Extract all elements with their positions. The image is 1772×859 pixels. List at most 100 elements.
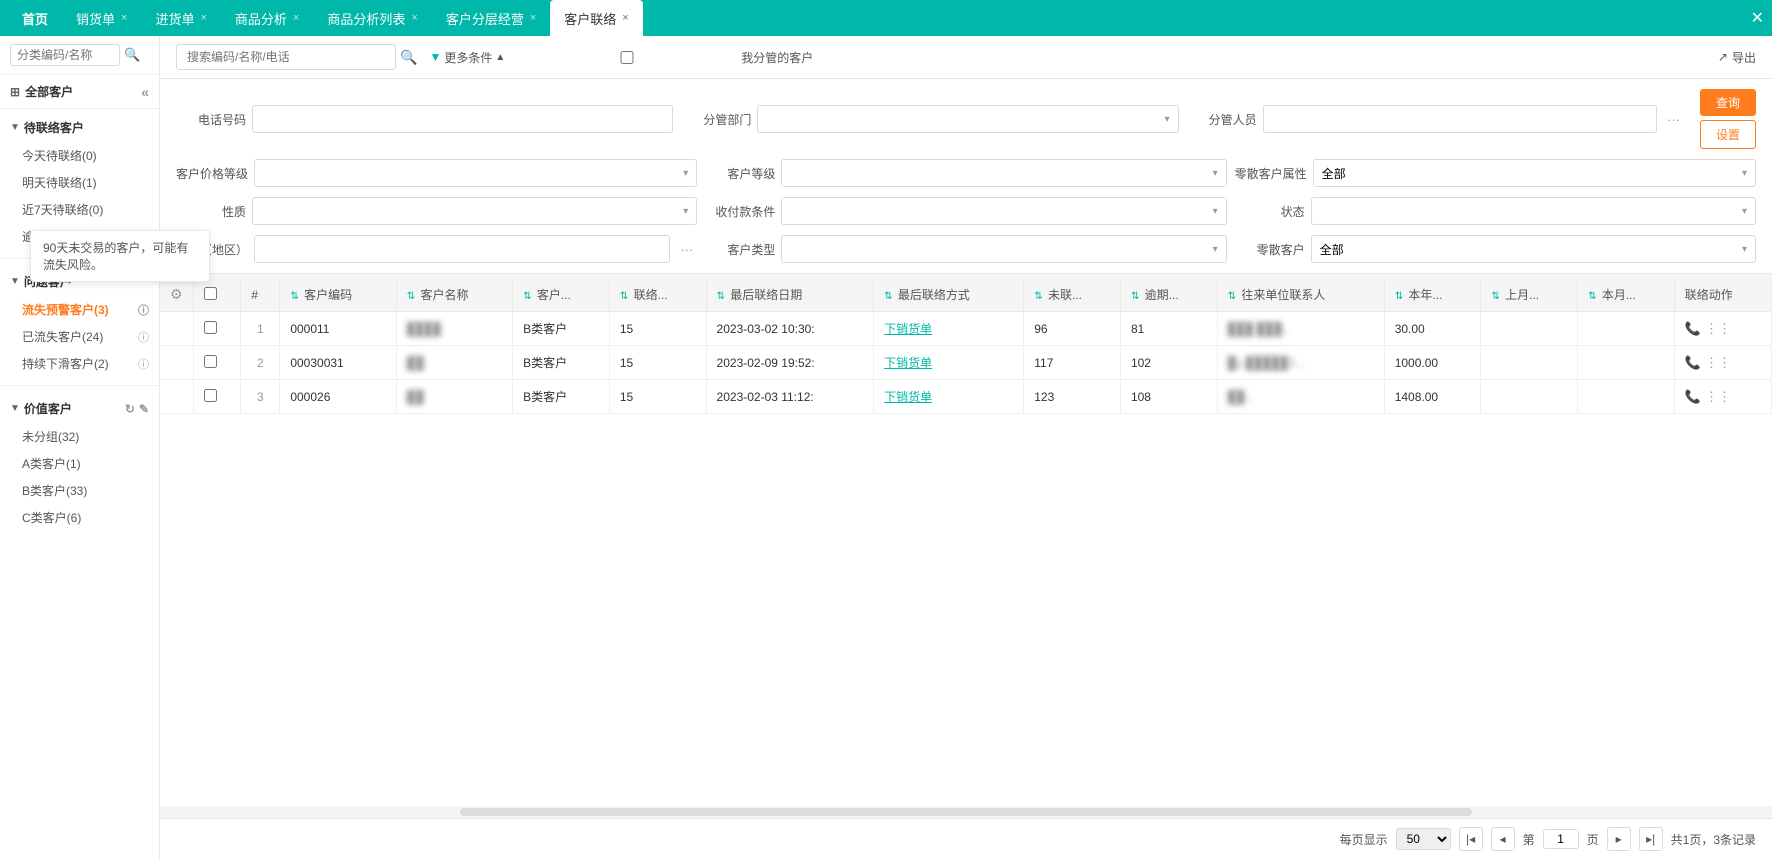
all-customers-label: 全部客户	[25, 83, 73, 100]
tab-customer-tier-close[interactable]: ×	[530, 12, 536, 24]
sidebar-item-churn-warning[interactable]: 流失预警客户(3) ⓘ	[0, 296, 159, 323]
filter-retail-attr: 零散客户属性 全部 ▾	[1235, 159, 1756, 187]
manager-input[interactable]	[1263, 105, 1657, 133]
sort-icon-way[interactable]: ⇅	[884, 291, 892, 302]
retail-attr-select[interactable]: 全部 ▾	[1313, 159, 1756, 187]
sidebar-item-tomorrow[interactable]: 明天待联络(1)	[0, 169, 159, 196]
tab-sales[interactable]: 销货单 ×	[62, 0, 141, 36]
status-select[interactable]: ▾	[1311, 197, 1756, 225]
nature-select[interactable]: ▾	[252, 197, 697, 225]
sidebar-section-pending-title[interactable]: ▼ 待联络客户	[0, 113, 159, 142]
tab-analysis-table[interactable]: 商品分析列表 ×	[313, 0, 431, 36]
class-c-label: C类客户(6)	[22, 509, 81, 526]
more-action-icon-1[interactable]: ⋮⋮	[1705, 355, 1731, 371]
sort-icon-lmonth[interactable]: ⇅	[1491, 291, 1499, 302]
sort-icon-date[interactable]: ⇅	[717, 291, 725, 302]
td-name-1: ██	[396, 346, 512, 380]
customer-level-select[interactable]: ▾	[781, 159, 1226, 187]
sidebar-search-input[interactable]	[10, 44, 120, 66]
prev-page-button[interactable]: ◂	[1491, 827, 1515, 851]
sort-icon-tmonth[interactable]: ⇅	[1588, 291, 1596, 302]
next-page-button[interactable]: ▸	[1607, 827, 1631, 851]
phone-action-icon-0[interactable]: 📞	[1685, 321, 1701, 337]
col-uncontacted-label: 未联...	[1048, 288, 1082, 302]
sidebar-section-value-title[interactable]: ▼ 价值客户 ↻ ✎	[0, 394, 159, 423]
last-page-button[interactable]: ▸|	[1639, 827, 1663, 851]
sort-icon-overdue[interactable]: ⇅	[1131, 291, 1139, 302]
filter-customer-level: 客户等级 ▾	[705, 159, 1226, 187]
sort-icon-code[interactable]: ⇅	[290, 291, 298, 302]
my-customers-checkbox[interactable]	[517, 51, 737, 64]
th-this-year: ⇅ 本年...	[1384, 278, 1481, 312]
info-icon-2[interactable]: ⓘ	[138, 329, 149, 345]
tab-customer-tier[interactable]: 客户分层经营 ×	[432, 0, 550, 36]
customer-type-select[interactable]: ▾	[781, 235, 1226, 263]
page-size-select[interactable]: 50 100	[1396, 828, 1451, 850]
sidebar-item-today[interactable]: 今天待联络(0)	[0, 142, 159, 169]
tab-customer-contact-close[interactable]: ×	[622, 12, 628, 24]
price-level-select[interactable]: ▾	[254, 159, 697, 187]
region-more[interactable]: ···	[676, 242, 697, 257]
row-checkbox-1[interactable]	[204, 355, 217, 368]
first-page-button[interactable]: |◂	[1459, 827, 1483, 851]
sidebar-item-7days[interactable]: 近7天待联络(0)	[0, 196, 159, 223]
phone-input[interactable]	[252, 105, 673, 133]
sort-icon-contact[interactable]: ⇅	[620, 291, 628, 302]
more-action-icon-0[interactable]: ⋮⋮	[1705, 321, 1731, 337]
sort-icon-year[interactable]: ⇅	[1395, 291, 1403, 302]
retail-customer-select[interactable]: 全部 ▾	[1311, 235, 1756, 263]
sidebar-item-class-a[interactable]: A类客户(1)	[0, 450, 159, 477]
td-name-0: ████	[396, 312, 512, 346]
tab-customer-contact[interactable]: 客户联络 ×	[550, 0, 642, 36]
settings-button[interactable]: 设置	[1700, 120, 1756, 149]
tab-analysis-table-close[interactable]: ×	[411, 12, 417, 24]
more-action-icon-2[interactable]: ⋮⋮	[1705, 389, 1731, 405]
sidebar-item-class-b[interactable]: B类客户(33)	[0, 477, 159, 504]
filter-row-4: 区域（地区） ··· 客户类型 ▾ 零散客户 全部 ▾	[176, 235, 1756, 263]
sort-icon-name[interactable]: ⇅	[407, 291, 415, 302]
col-contact-label: 联络...	[634, 288, 668, 302]
refresh-icon[interactable]: ↻	[125, 402, 135, 416]
row-checkbox-0[interactable]	[204, 321, 217, 334]
my-customers-checkbox-label[interactable]: 我分管的客户	[517, 49, 813, 66]
manager-more[interactable]: ···	[1663, 112, 1684, 127]
tab-analysis[interactable]: 商品分析 ×	[221, 0, 313, 36]
search-input[interactable]	[176, 44, 396, 70]
churned-label: 已流失客户(24)	[22, 328, 103, 345]
table-row: 2 00030031 ██ B类客户 15 2023-02-09 19:52: …	[160, 346, 1772, 380]
tab-purchase[interactable]: 进货单 ×	[141, 0, 220, 36]
export-button[interactable]: ↗ 导出	[1718, 49, 1756, 66]
sidebar-all-customers[interactable]: ⊞ 全部客户 «	[0, 75, 159, 109]
select-all-checkbox[interactable]	[204, 287, 217, 300]
sidebar-item-class-c[interactable]: C类客户(6)	[0, 504, 159, 531]
sort-icon-uncontacted[interactable]: ⇅	[1034, 291, 1042, 302]
window-close-button[interactable]: ✕	[1751, 8, 1764, 28]
tab-sales-close[interactable]: ×	[121, 12, 127, 24]
search-button[interactable]: 🔍	[400, 49, 417, 66]
region-input[interactable]	[254, 235, 670, 263]
filter-status: 状态 ▾	[1235, 197, 1756, 225]
query-button[interactable]: 查询	[1700, 89, 1756, 116]
phone-action-icon-2[interactable]: 📞	[1685, 389, 1701, 405]
row-checkbox-2[interactable]	[204, 389, 217, 402]
dept-select[interactable]: ▾	[757, 105, 1178, 133]
sidebar-item-declining[interactable]: 持续下滑客户(2) ⓘ	[0, 350, 159, 377]
sort-icon-unit[interactable]: ⇅	[1228, 291, 1236, 302]
sidebar-item-ungroup[interactable]: 未分组(32)	[0, 423, 159, 450]
payment-select[interactable]: ▾	[781, 197, 1226, 225]
col-type-label: 客户...	[537, 288, 571, 302]
sidebar-item-churned[interactable]: 已流失客户(24) ⓘ	[0, 323, 159, 350]
phone-action-icon-1[interactable]: 📞	[1685, 355, 1701, 371]
page-number-input[interactable]	[1543, 829, 1579, 849]
table-settings-gear[interactable]: ⚙	[170, 286, 183, 302]
edit-icon[interactable]: ✎	[139, 402, 149, 416]
info-icon-3[interactable]: ⓘ	[138, 356, 149, 372]
sidebar-collapse-btn[interactable]: «	[141, 84, 149, 100]
info-icon-1[interactable]: ⓘ	[138, 302, 149, 318]
tab-purchase-close[interactable]: ×	[200, 12, 206, 24]
more-conditions-button[interactable]: ▼ 更多条件 ▲	[429, 49, 505, 66]
tab-home[interactable]: 首页	[8, 0, 62, 36]
sort-icon-type[interactable]: ⇅	[523, 291, 531, 302]
tab-analysis-close[interactable]: ×	[293, 12, 299, 24]
scrollbar-track[interactable]	[460, 808, 1472, 816]
